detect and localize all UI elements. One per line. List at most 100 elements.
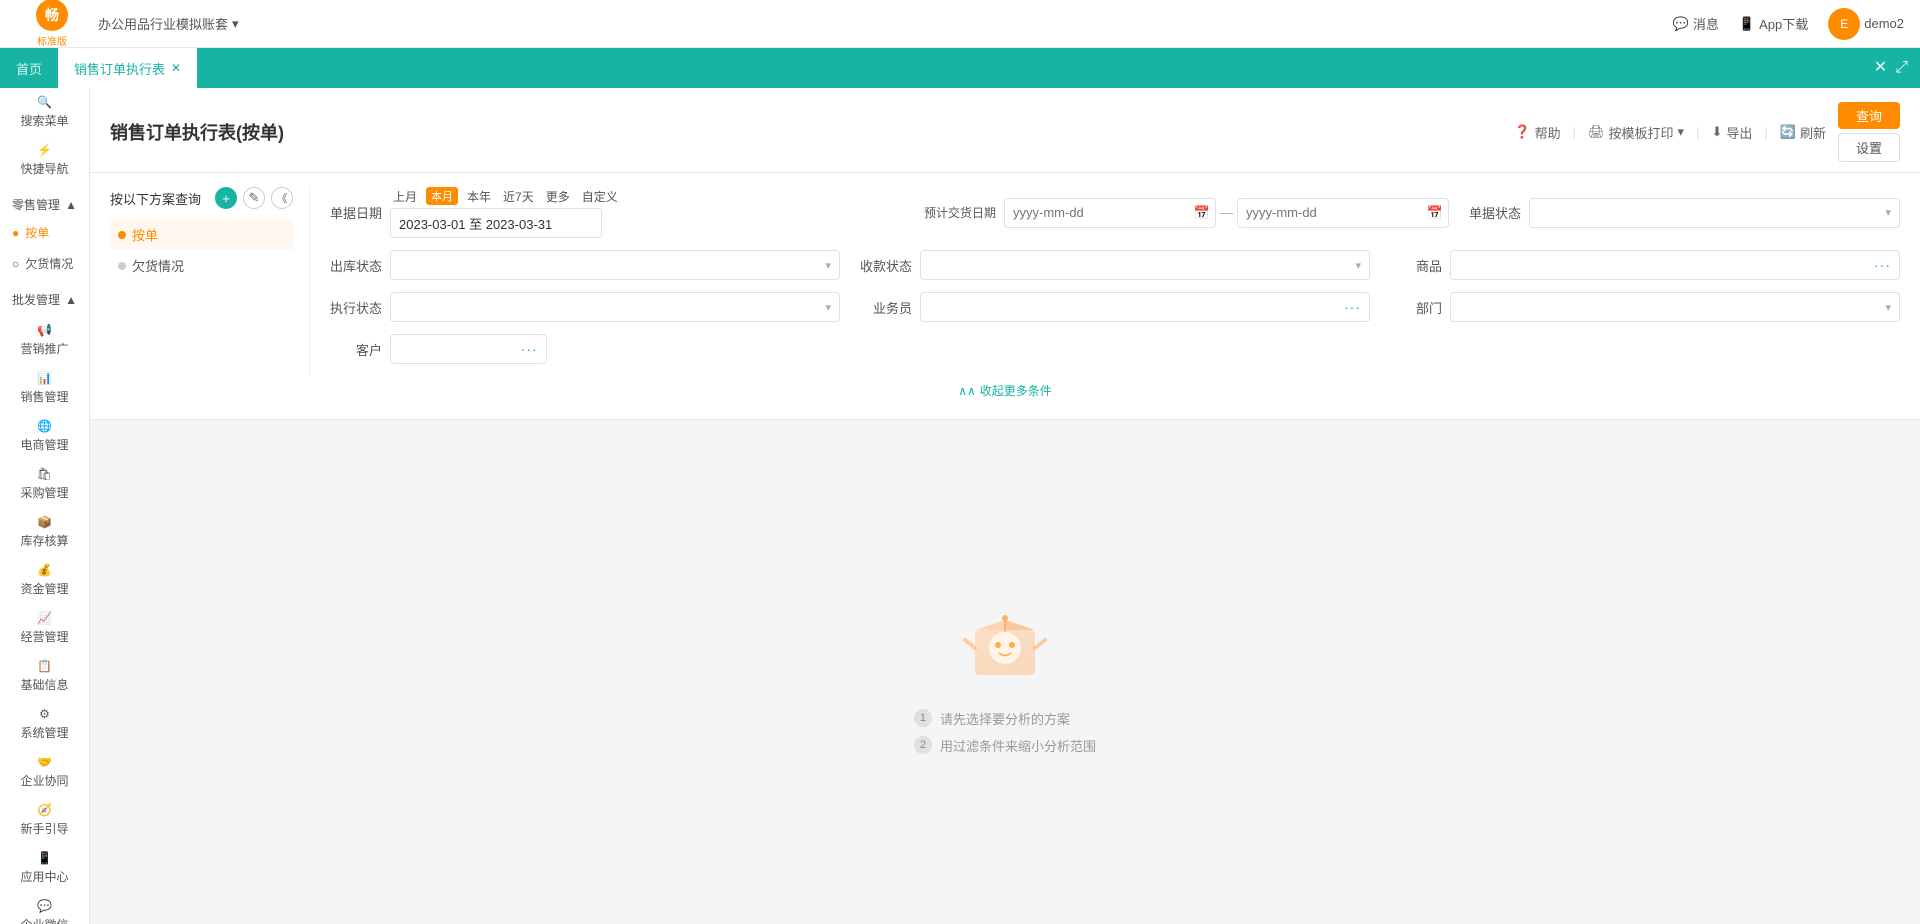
tab-bar: 首页 销售订单执行表 ✕ ✕ ⤢ <box>0 48 1920 88</box>
sidebar-item-finance[interactable]: 💰 资金管理 <box>0 556 89 604</box>
tab-home[interactable]: 首页 <box>0 48 58 88</box>
dept-select[interactable]: ▾ <box>1450 292 1900 322</box>
sidebar-item-appstore[interactable]: 📱 应用中心 <box>0 844 89 892</box>
print-btn[interactable]: 🖨 按模板打印 ▾ <box>1588 123 1684 142</box>
dept-field: 部门 ▾ <box>1386 292 1900 322</box>
payment-status-arrow-icon: ▾ <box>1355 259 1361 272</box>
sidebar-item-operations[interactable]: 📈 经营管理 <box>0 604 89 652</box>
out-status-select[interactable]: ▾ <box>390 250 840 280</box>
sidebar-item-enterprise[interactable]: 🤝 企业协同 <box>0 748 89 796</box>
salesperson-dots-icon[interactable]: ··· <box>1344 299 1361 315</box>
filter-option-order-label: 按单 <box>132 225 158 244</box>
bill-date-field: 单据日期 上月 本月 本年 近7天 更多 自定义 <box>326 187 906 238</box>
basic-icon: 📋 <box>37 659 52 673</box>
tab-minimize-icon[interactable]: ✕ <box>1874 60 1887 76</box>
filter-option-arrears[interactable]: 欠货情况 <box>110 250 293 281</box>
wholesale-expand-icon: ▲ <box>65 293 77 307</box>
dept-label: 部门 <box>1386 298 1442 317</box>
sidebar-item-system[interactable]: ⚙ 系统管理 <box>0 700 89 748</box>
tab-sales-exec[interactable]: 销售订单执行表 ✕ <box>58 48 197 88</box>
collapse-bar[interactable]: ∧∧ 收起更多条件 <box>110 376 1900 405</box>
sidebar-item-marketing[interactable]: 📢 营销推广 <box>0 316 89 364</box>
sidebar-quick-nav[interactable]: ⚡ 快捷导航 <box>0 136 89 184</box>
sidebar-ecommerce-label: 电商管理 <box>20 436 68 453</box>
date-btn-last-month[interactable]: 上月 <box>390 188 420 205</box>
customer-label: 客户 <box>326 340 382 359</box>
newbie-icon: 🧭 <box>37 803 52 817</box>
collapse-filter-btn[interactable]: 《 <box>271 187 293 209</box>
date-btn-this-year[interactable]: 本年 <box>464 188 494 205</box>
user-profile[interactable]: E demo2 <box>1828 8 1904 40</box>
bill-status-arrow-icon: ▾ <box>1885 206 1891 219</box>
company-dropdown[interactable]: 办公用品行业模拟账套 ▾ <box>98 14 239 33</box>
sidebar-item-ecommerce[interactable]: 🌐 电商管理 <box>0 412 89 460</box>
exec-status-label: 执行状态 <box>326 298 382 317</box>
sidebar-appstore-label: 应用中心 <box>20 868 68 885</box>
add-filter-btn[interactable]: + <box>215 187 237 209</box>
sidebar-sub-arrears-label: 欠货情况 <box>25 255 73 272</box>
salesperson-label: 业务员 <box>856 298 912 317</box>
filter-option-order[interactable]: 按单 <box>110 219 293 250</box>
order-dot-icon: ● <box>12 226 19 240</box>
exp-date-start-wrapper: 📅 <box>1004 198 1216 228</box>
export-btn[interactable]: ⬇ 导出 <box>1711 123 1752 142</box>
sidebar-item-newbie[interactable]: 🧭 新手引导 <box>0 796 89 844</box>
dropdown-arrow-icon: ▾ <box>232 16 239 32</box>
product-dots-icon[interactable]: ··· <box>1874 257 1891 273</box>
settings-button[interactable]: 设置 <box>1838 133 1900 162</box>
exp-date-end-input[interactable] <box>1237 198 1449 228</box>
customer-input[interactable]: ··· <box>390 334 547 364</box>
customer-dots-icon[interactable]: ··· <box>521 341 538 357</box>
date-start-input[interactable] <box>390 208 602 238</box>
empty-icon-svg <box>955 590 1055 690</box>
search-button[interactable]: 查询 <box>1838 102 1900 129</box>
filter-row-4: 客户 ··· <box>326 334 1900 364</box>
sidebar-search[interactable]: 🔍 搜索菜单 <box>0 88 89 136</box>
app-download-nav-item[interactable]: 📱 App下载 <box>1739 14 1808 33</box>
bill-status-select[interactable]: ▾ <box>1529 198 1900 228</box>
logo-icon: 畅 <box>36 0 68 31</box>
expected-date-label: 预计交货日期 <box>922 204 996 221</box>
sidebar: 🔍 搜索菜单 ⚡ 快捷导航 零售管理 ▲ ● 按单 ○ 欠货情况 批发管理 ▲ … <box>0 88 90 924</box>
product-input[interactable]: ··· <box>1450 250 1900 280</box>
payment-status-select[interactable]: ▾ <box>920 250 1370 280</box>
salesperson-input[interactable]: ··· <box>920 292 1370 322</box>
date-btn-more[interactable]: 更多 <box>543 188 573 205</box>
sidebar-item-inventory[interactable]: 📦 库存核算 <box>0 508 89 556</box>
refresh-btn[interactable]: 🔄 刷新 <box>1780 123 1826 142</box>
sidebar-operations-label: 经营管理 <box>20 628 68 645</box>
sidebar-retail-group[interactable]: 零售管理 ▲ <box>0 188 89 217</box>
exec-status-select[interactable]: ▾ <box>390 292 840 322</box>
order-active-dot <box>118 231 126 239</box>
tip-1-text: 请先选择要分析的方案 <box>940 709 1070 728</box>
app-download-label: App下载 <box>1759 14 1808 33</box>
tab-close-icon[interactable]: ✕ <box>171 61 181 75</box>
date-btn-7days[interactable]: 近7天 <box>500 188 537 205</box>
filter-sidebar: 按以下方案查询 + ✎ 《 按单 欠货情况 <box>110 187 310 376</box>
help-icon: ❓ <box>1514 124 1530 140</box>
company-name: 办公用品行业模拟账套 <box>98 14 228 33</box>
message-nav-item[interactable]: 💬 消息 <box>1673 14 1719 33</box>
filter-sidebar-icons: + ✎ 《 <box>215 187 293 209</box>
sidebar-sub-arrears[interactable]: ○ 欠货情况 <box>0 248 89 279</box>
message-icon: 💬 <box>1673 16 1689 32</box>
sidebar-wholesale-group[interactable]: 批发管理 ▲ <box>0 283 89 312</box>
exp-date-start-input[interactable] <box>1004 198 1216 228</box>
search-icon: 🔍 <box>37 95 52 109</box>
sidebar-sub-order[interactable]: ● 按单 <box>0 217 89 248</box>
tab-expand-icon[interactable]: ⤢ <box>1895 60 1908 76</box>
out-status-label: 出库状态 <box>326 256 382 275</box>
sidebar-item-purchase[interactable]: 🛍 采购管理 <box>0 460 89 508</box>
sidebar-inventory-label: 库存核算 <box>20 532 68 549</box>
bill-date-label: 单据日期 <box>326 203 382 222</box>
sidebar-item-wechat[interactable]: 💬 企业微信 <box>0 892 89 924</box>
date-btn-custom[interactable]: 自定义 <box>579 188 621 205</box>
filter-sidebar-header: 按以下方案查询 + ✎ 《 <box>110 187 293 209</box>
sidebar-item-basic[interactable]: 📋 基础信息 <box>0 652 89 700</box>
expected-date-field: 预计交货日期 📅 — 📅 <box>922 198 1449 228</box>
sidebar-retail-label: 零售管理 <box>12 196 60 213</box>
help-btn[interactable]: ❓ 帮助 <box>1514 123 1560 142</box>
edit-filter-btn[interactable]: ✎ <box>243 187 265 209</box>
sidebar-item-sales-mgmt[interactable]: 📊 销售管理 <box>0 364 89 412</box>
date-badge-this-month[interactable]: 本月 <box>426 187 458 205</box>
